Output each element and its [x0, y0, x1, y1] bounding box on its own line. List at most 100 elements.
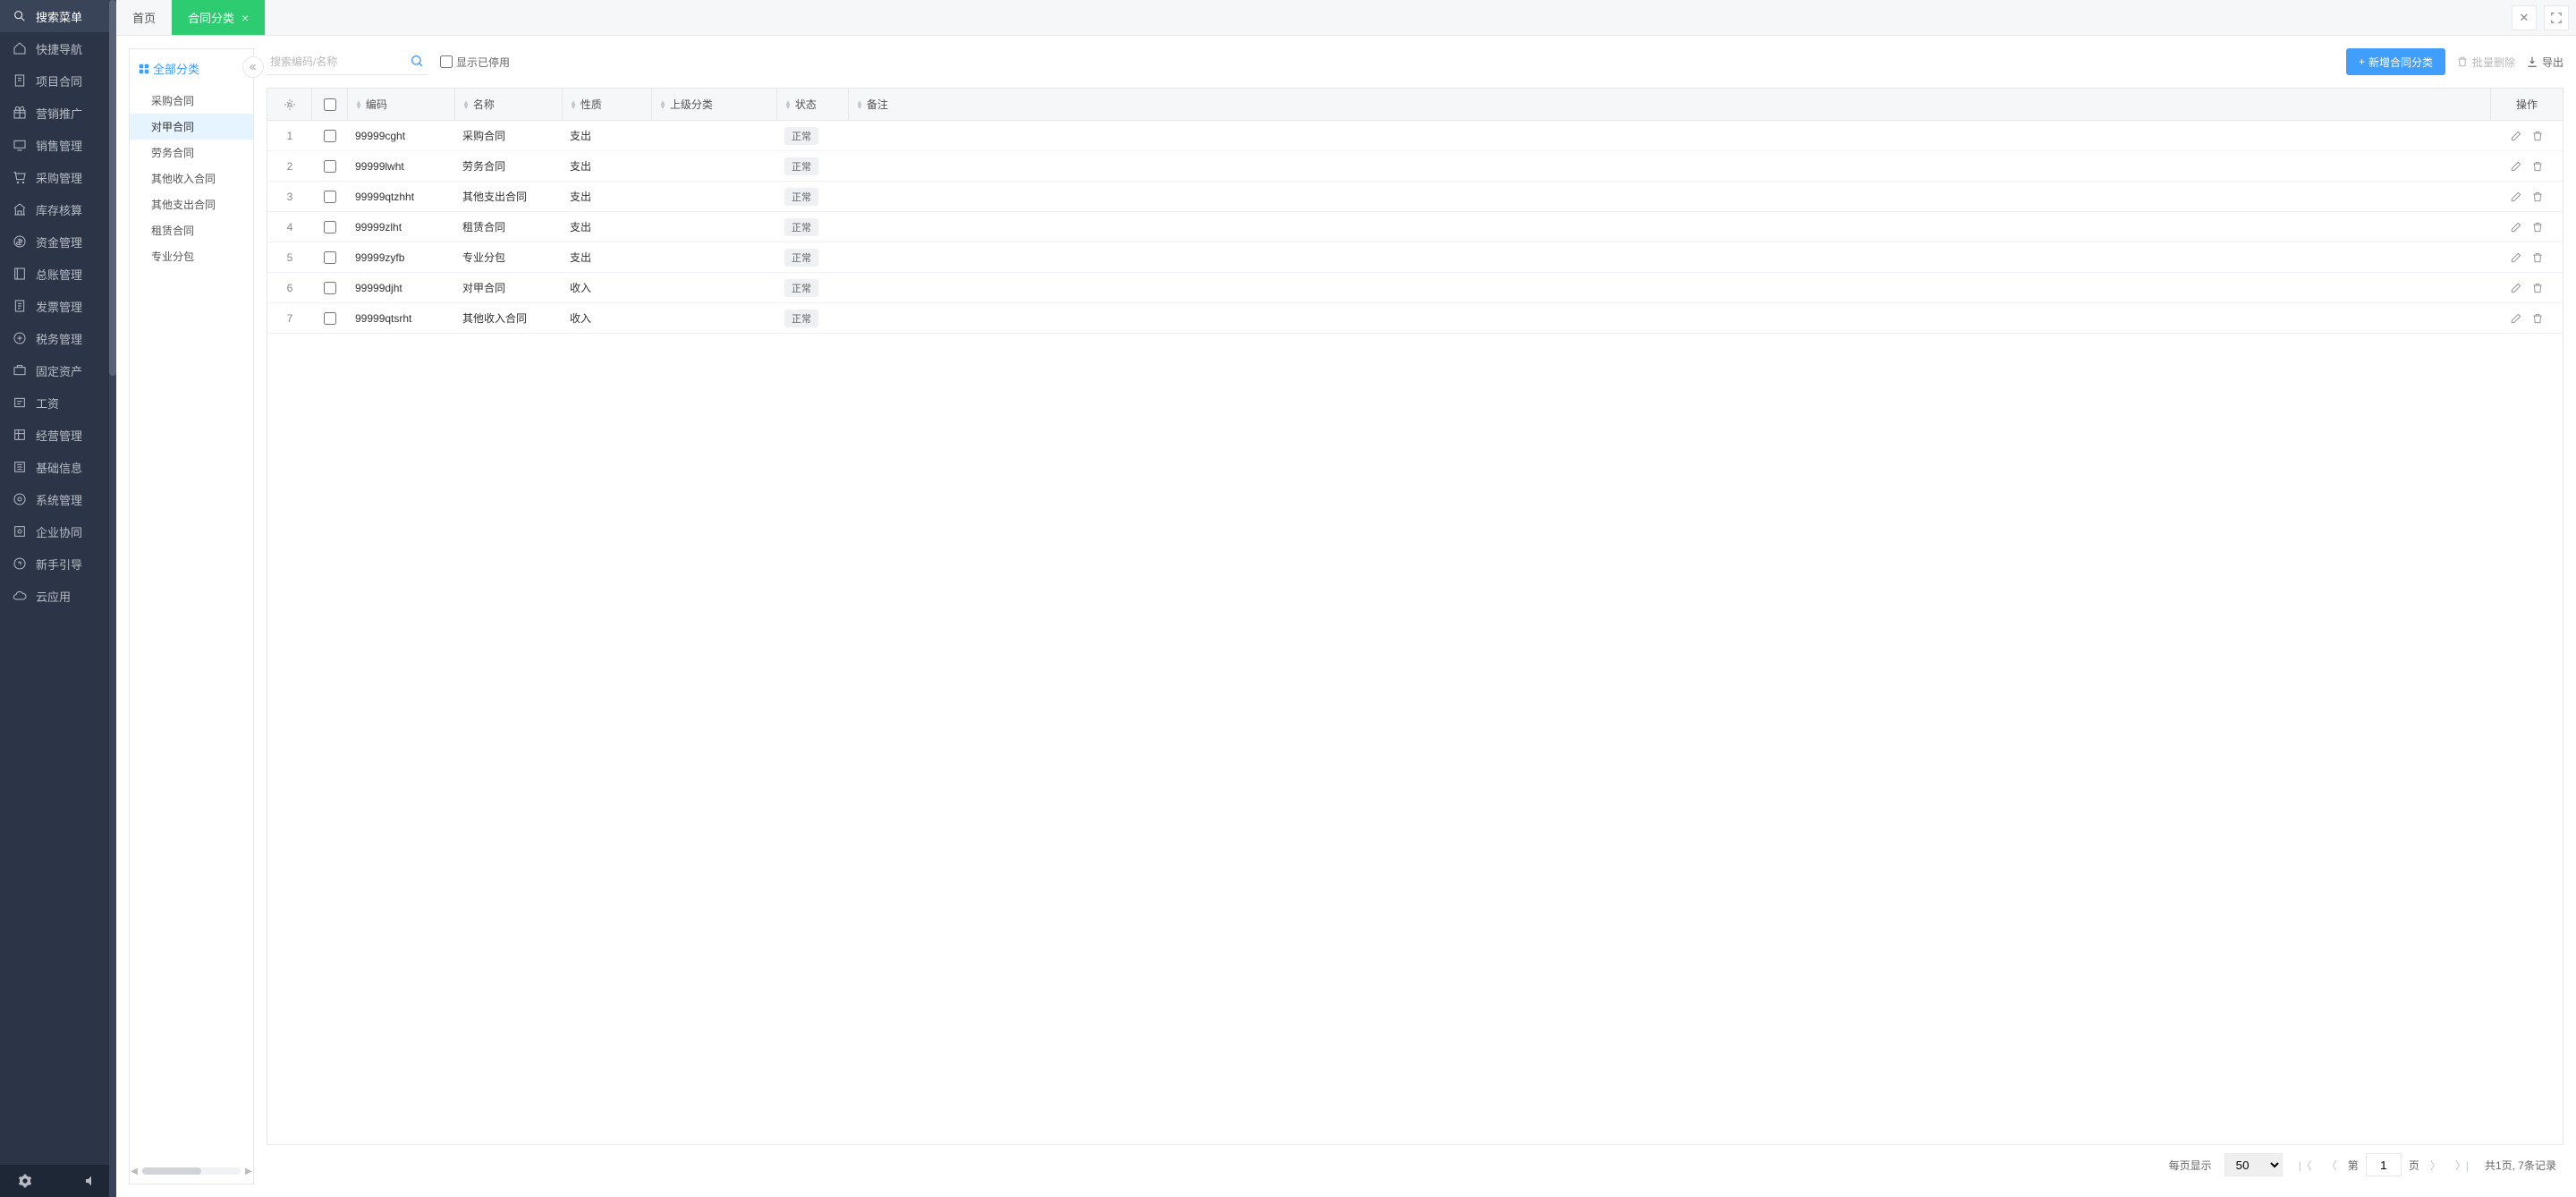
edit-icon[interactable]	[2510, 160, 2522, 173]
sidebar-item-tv[interactable]: 销售管理	[0, 129, 116, 161]
sidebar-item-label: 营销推广	[36, 105, 82, 122]
sidebar-item-invoice[interactable]: 发票管理	[0, 290, 116, 322]
salary-icon	[13, 395, 27, 410]
gift-icon	[13, 106, 27, 120]
cell-actions	[2491, 130, 2563, 142]
tree-item[interactable]: 劳务合同	[130, 140, 253, 166]
th-code[interactable]: ▲▼编码	[348, 89, 455, 120]
th-status[interactable]: ▲▼状态	[777, 89, 849, 120]
th-nature[interactable]: ▲▼性质	[563, 89, 652, 120]
delete-icon[interactable]	[2531, 160, 2544, 173]
sidebar-item-guide[interactable]: 新手引导	[0, 548, 116, 580]
edit-icon[interactable]	[2510, 312, 2522, 325]
sidebar-item-tax[interactable]: 税务管理	[0, 322, 116, 354]
edit-icon[interactable]	[2510, 191, 2522, 203]
batch-delete-button[interactable]: 批量删除	[2456, 55, 2515, 70]
add-category-button[interactable]: +新增合同分类	[2346, 48, 2445, 75]
tree-collapse-button[interactable]	[242, 56, 264, 78]
per-page-label: 每页显示	[2169, 1158, 2212, 1173]
cell-checkbox[interactable]	[312, 282, 348, 294]
pager-prev[interactable]: 〈	[2323, 1156, 2341, 1175]
sidebar-item-bank[interactable]: 库存核算	[0, 193, 116, 225]
sidebar-item-file[interactable]: 项目合同	[0, 64, 116, 97]
cell-checkbox[interactable]	[312, 130, 348, 142]
cell-index: 3	[267, 191, 312, 203]
search-input[interactable]	[267, 48, 428, 75]
pager-next[interactable]: 〉	[2427, 1156, 2445, 1175]
settings-icon[interactable]	[18, 1174, 32, 1188]
delete-icon[interactable]	[2531, 312, 2544, 325]
cell-checkbox[interactable]	[312, 251, 348, 264]
export-button[interactable]: 导出	[2526, 55, 2563, 70]
sidebar-item-base[interactable]: 基础信息	[0, 451, 116, 483]
edit-icon[interactable]	[2510, 251, 2522, 264]
sidebar-item-salary[interactable]: 工资	[0, 386, 116, 419]
cell-checkbox[interactable]	[312, 312, 348, 325]
sidebar-scrollbar[interactable]	[109, 0, 116, 1197]
close-all-tabs-button[interactable]: ✕	[2512, 5, 2537, 30]
tab[interactable]: 首页	[116, 0, 172, 35]
sidebar-item-label: 系统管理	[36, 491, 82, 508]
tree-item[interactable]: 采购合同	[130, 88, 253, 114]
th-parent[interactable]: ▲▼上级分类	[652, 89, 777, 120]
tree-item[interactable]: 租赁合同	[130, 217, 253, 243]
content: 全部分类 采购合同对甲合同劳务合同其他收入合同其他支出合同租赁合同专业分包 ◀ …	[116, 36, 2576, 1197]
cell-code: 99999zyfb	[348, 251, 455, 264]
cell-checkbox[interactable]	[312, 221, 348, 233]
fullscreen-button[interactable]	[2544, 5, 2569, 30]
sidebar-item-money[interactable]: 资金管理	[0, 225, 116, 258]
tree-item[interactable]: 专业分包	[130, 243, 253, 269]
th-select-all[interactable]	[312, 89, 348, 120]
pager-first[interactable]: |〈	[2295, 1156, 2316, 1175]
sidebar-item-home[interactable]: 快捷导航	[0, 32, 116, 64]
sidebar-item-gift[interactable]: 营销推广	[0, 97, 116, 129]
sidebar-item-label: 采购管理	[36, 169, 82, 186]
th-settings[interactable]	[267, 89, 312, 120]
sound-icon[interactable]	[84, 1174, 98, 1188]
th-remark[interactable]: ▲▼备注	[849, 89, 2491, 120]
delete-icon[interactable]	[2531, 191, 2544, 203]
edit-icon[interactable]	[2510, 282, 2522, 294]
per-page-select[interactable]: 50	[2224, 1153, 2283, 1176]
cell-checkbox[interactable]	[312, 191, 348, 203]
tree-h-scrollbar[interactable]: ◀ ▶	[130, 1166, 253, 1176]
delete-icon[interactable]	[2531, 282, 2544, 294]
pager-page-input[interactable]	[2366, 1153, 2402, 1176]
tab-close-icon[interactable]: ×	[242, 11, 249, 25]
search-icon	[13, 9, 27, 23]
sidebar-footer	[0, 1165, 116, 1197]
tree-item[interactable]: 其他支出合同	[130, 191, 253, 217]
delete-icon[interactable]	[2531, 130, 2544, 142]
delete-icon[interactable]	[2531, 221, 2544, 233]
cell-nature: 支出	[563, 189, 652, 204]
edit-icon[interactable]	[2510, 130, 2522, 142]
pager-last[interactable]: 〉|	[2452, 1156, 2472, 1175]
show-disabled-checkbox[interactable]: 显示已停用	[440, 55, 510, 70]
cell-checkbox[interactable]	[312, 160, 348, 173]
sidebar-item-system[interactable]: 系统管理	[0, 483, 116, 515]
cell-nature: 收入	[563, 310, 652, 326]
cell-index: 2	[267, 160, 312, 173]
th-name[interactable]: ▲▼名称	[455, 89, 563, 120]
tax-icon	[13, 331, 27, 345]
table-row: 2 99999lwht 劳务合同 支出 正常	[267, 151, 2563, 182]
sidebar-item-search[interactable]: 搜索菜单	[0, 0, 116, 32]
asset-icon	[13, 363, 27, 378]
sidebar-item-manage[interactable]: 经营管理	[0, 419, 116, 451]
search-icon[interactable]	[410, 54, 424, 71]
sidebar-item-collab[interactable]: 企业协同	[0, 515, 116, 548]
edit-icon[interactable]	[2510, 221, 2522, 233]
sidebar-item-book[interactable]: 总账管理	[0, 258, 116, 290]
tree-item[interactable]: 其他收入合同	[130, 166, 253, 191]
sidebar-item-label: 发票管理	[36, 298, 82, 315]
sidebar-item-label: 企业协同	[36, 523, 82, 540]
sidebar-item-cloud[interactable]: 云应用	[0, 580, 116, 612]
sidebar-item-label: 工资	[36, 395, 59, 412]
sidebar-item-asset[interactable]: 固定资产	[0, 354, 116, 386]
tree-all-categories[interactable]: 全部分类	[130, 56, 253, 81]
tree-item[interactable]: 对甲合同	[130, 114, 253, 140]
delete-icon[interactable]	[2531, 251, 2544, 264]
tab[interactable]: 合同分类×	[172, 0, 265, 35]
sidebar-item-cart[interactable]: 采购管理	[0, 161, 116, 193]
table-row: 4 99999zlht 租赁合同 支出 正常	[267, 212, 2563, 242]
